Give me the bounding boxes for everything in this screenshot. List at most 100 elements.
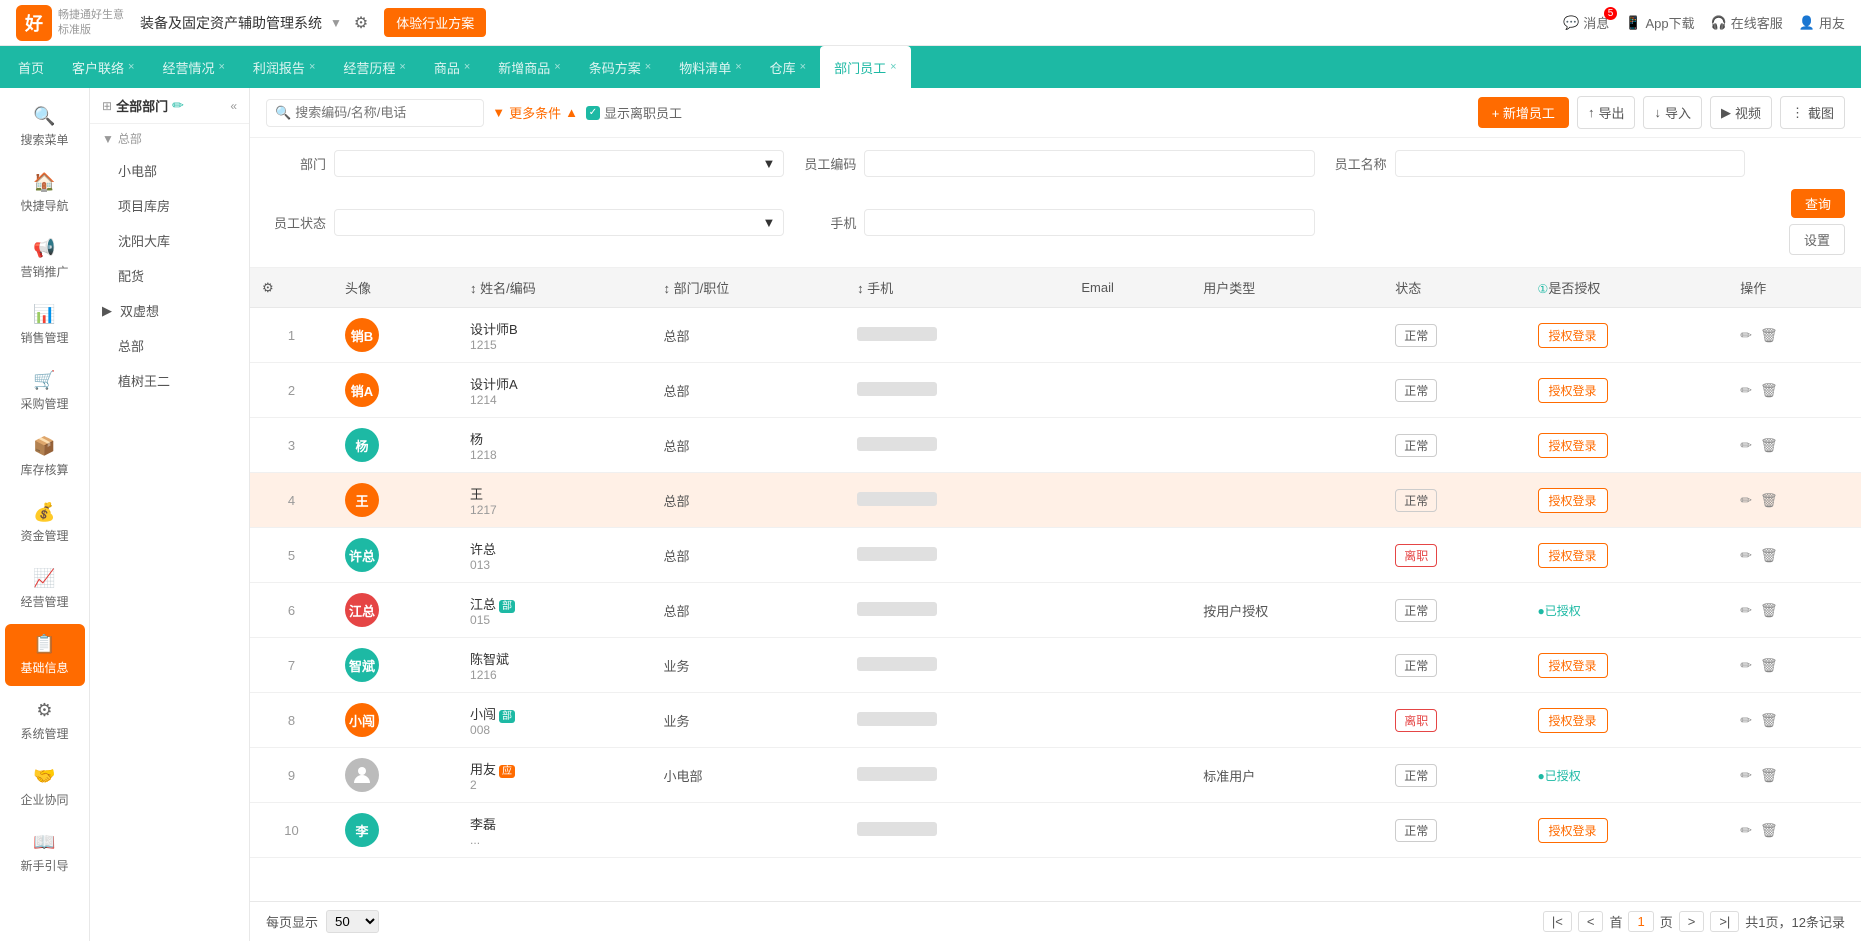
auth-login-button[interactable]: 授权登录 xyxy=(1538,543,1608,568)
nav-item-inventory[interactable]: 📦 库存核算 xyxy=(5,426,85,488)
app-download-btn[interactable]: 📱 App下载 xyxy=(1625,13,1694,32)
dept-item-delivery[interactable]: 配货 xyxy=(90,258,249,293)
col-name[interactable]: ↕ 姓名/编码 xyxy=(458,268,652,308)
query-button[interactable]: 查询 xyxy=(1791,189,1845,218)
auth-login-button[interactable]: 授权登录 xyxy=(1538,378,1608,403)
close-icon[interactable]: × xyxy=(645,61,651,73)
auth-login-button[interactable]: 授权登录 xyxy=(1538,323,1608,348)
edit-icon[interactable]: ✏ xyxy=(1740,712,1752,729)
add-employee-button[interactable]: + 新增员工 xyxy=(1478,97,1569,128)
next-page-btn[interactable]: > xyxy=(1679,911,1705,932)
nav-item-system[interactable]: ⚙ 系统管理 xyxy=(5,690,85,752)
tab-dept-employee[interactable]: 部门员工 × xyxy=(820,46,910,88)
dept-item-double[interactable]: ▶ 双虚想 xyxy=(90,293,249,328)
edit-icon[interactable]: ✏ xyxy=(1740,492,1752,509)
close-icon[interactable]: × xyxy=(890,61,896,73)
dept-item-hq[interactable]: 总部 xyxy=(90,328,249,363)
dept-edit-icon[interactable]: ✏ xyxy=(172,97,184,114)
tab-customer[interactable]: 客户联络 × xyxy=(58,46,148,88)
close-icon[interactable]: × xyxy=(309,61,315,73)
online-service-btn[interactable]: 🎧 在线客服 xyxy=(1711,13,1783,32)
close-icon[interactable]: × xyxy=(735,61,741,73)
tab-barcode[interactable]: 条码方案 × xyxy=(575,46,665,88)
close-icon[interactable]: × xyxy=(128,61,134,73)
tab-home[interactable]: 首页 xyxy=(4,46,58,88)
nav-item-sales[interactable]: 📊 销售管理 xyxy=(5,294,85,356)
search-input[interactable] xyxy=(295,105,475,120)
dept-select[interactable]: ▼ xyxy=(334,150,784,177)
nav-item-shortcut[interactable]: 🏠 快捷导航 xyxy=(5,162,85,224)
dept-item-small-elec[interactable]: 小电部 xyxy=(90,153,249,188)
import-button[interactable]: ↓导入 xyxy=(1643,96,1702,129)
auth-login-button[interactable]: 授权登录 xyxy=(1538,818,1608,843)
close-icon[interactable]: × xyxy=(800,61,806,73)
dept-collapse-icon[interactable]: « xyxy=(230,99,237,113)
auth-login-button[interactable]: 授权登录 xyxy=(1538,488,1608,513)
delete-icon[interactable]: 🗑 xyxy=(1760,822,1778,839)
set-button[interactable]: 设置 xyxy=(1789,224,1845,255)
col-phone[interactable]: ↕ 手机 xyxy=(845,268,1069,308)
close-icon[interactable]: × xyxy=(399,61,405,73)
nav-item-purchase[interactable]: 🛒 采购管理 xyxy=(5,360,85,422)
nav-item-collab[interactable]: 🤝 企业协同 xyxy=(5,756,85,818)
col-settings[interactable]: ⚙ xyxy=(250,268,333,308)
nav-item-search[interactable]: 🔍 搜索菜单 xyxy=(5,96,85,158)
dept-item-planting[interactable]: 植树王二 xyxy=(90,363,249,398)
per-page-select[interactable]: 50 100 xyxy=(326,910,379,933)
edit-icon[interactable]: ✏ xyxy=(1740,602,1752,619)
delete-icon[interactable]: 🗑 xyxy=(1760,657,1778,674)
delete-icon[interactable]: 🗑 xyxy=(1760,327,1778,344)
edit-icon[interactable]: ✏ xyxy=(1740,547,1752,564)
tab-history[interactable]: 经营历程 × xyxy=(329,46,419,88)
show-former-checkbox[interactable]: ✓ 显示离职员工 xyxy=(586,103,682,122)
delete-icon[interactable]: 🗑 xyxy=(1760,712,1778,729)
delete-icon[interactable]: 🗑 xyxy=(1760,492,1778,509)
tab-bom[interactable]: 物料清单 × xyxy=(665,46,755,88)
nav-item-guide[interactable]: 📖 新手引导 xyxy=(5,822,85,884)
emp-code-input[interactable] xyxy=(864,150,1314,177)
filter-btn[interactable]: ▼ 更多条件 ▲ xyxy=(492,103,578,122)
nav-item-marketing[interactable]: 📢 营销推广 xyxy=(5,228,85,290)
export-button[interactable]: ↑导出 xyxy=(1577,96,1636,129)
delete-icon[interactable]: 🗑 xyxy=(1760,437,1778,454)
close-icon[interactable]: × xyxy=(464,61,470,73)
last-page-btn[interactable]: >| xyxy=(1710,911,1739,932)
tab-new-goods[interactable]: 新增商品 × xyxy=(484,46,574,88)
phone-input[interactable] xyxy=(864,209,1314,236)
emp-status-select[interactable]: ▼ xyxy=(334,209,784,236)
tab-warehouse[interactable]: 仓库 × xyxy=(756,46,820,88)
tab-goods[interactable]: 商品 × xyxy=(420,46,484,88)
more-button[interactable]: ⋮截图 xyxy=(1780,96,1845,129)
delete-icon[interactable]: 🗑 xyxy=(1760,602,1778,619)
dept-group-header[interactable]: ▼ 总部 xyxy=(90,124,249,153)
tab-operation[interactable]: 经营情况 × xyxy=(148,46,238,88)
nav-item-finance[interactable]: 💰 资金管理 xyxy=(5,492,85,554)
delete-icon[interactable]: 🗑 xyxy=(1760,547,1778,564)
nav-item-operations[interactable]: 📈 经营管理 xyxy=(5,558,85,620)
close-icon[interactable]: × xyxy=(554,61,560,73)
tab-profit[interactable]: 利润报告 × xyxy=(239,46,329,88)
user-area[interactable]: 👤 用友 xyxy=(1799,13,1845,32)
edit-icon[interactable]: ✏ xyxy=(1740,767,1752,784)
prev-page-btn[interactable]: < xyxy=(1578,911,1604,932)
trial-button[interactable]: 体验行业方案 xyxy=(384,8,486,37)
close-icon[interactable]: × xyxy=(218,61,224,73)
edit-icon[interactable]: ✏ xyxy=(1740,437,1752,454)
emp-name-input[interactable] xyxy=(1395,150,1745,177)
edit-icon[interactable]: ✏ xyxy=(1740,657,1752,674)
dept-item-shenyang[interactable]: 沈阳大库 xyxy=(90,223,249,258)
message-btn[interactable]: 💬 消息 5 xyxy=(1563,13,1609,32)
nav-item-basic-info[interactable]: 📋 基础信息 xyxy=(5,624,85,686)
auth-login-button[interactable]: 授权登录 xyxy=(1538,433,1608,458)
first-page-btn[interactable]: |< xyxy=(1543,911,1572,932)
edit-icon[interactable]: ✏ xyxy=(1740,382,1752,399)
dept-item-project[interactable]: 项目库房 xyxy=(90,188,249,223)
delete-icon[interactable]: 🗑 xyxy=(1760,767,1778,784)
video-button[interactable]: ▶视频 xyxy=(1710,96,1772,129)
edit-icon[interactable]: ✏ xyxy=(1740,327,1752,344)
delete-icon[interactable]: 🗑 xyxy=(1760,382,1778,399)
settings-icon[interactable]: ⚙ xyxy=(354,13,368,33)
col-dept[interactable]: ↕ 部门/职位 xyxy=(652,268,846,308)
dropdown-arrow-icon[interactable]: ▼ xyxy=(330,16,342,30)
search-box[interactable]: 🔍 xyxy=(266,99,484,127)
